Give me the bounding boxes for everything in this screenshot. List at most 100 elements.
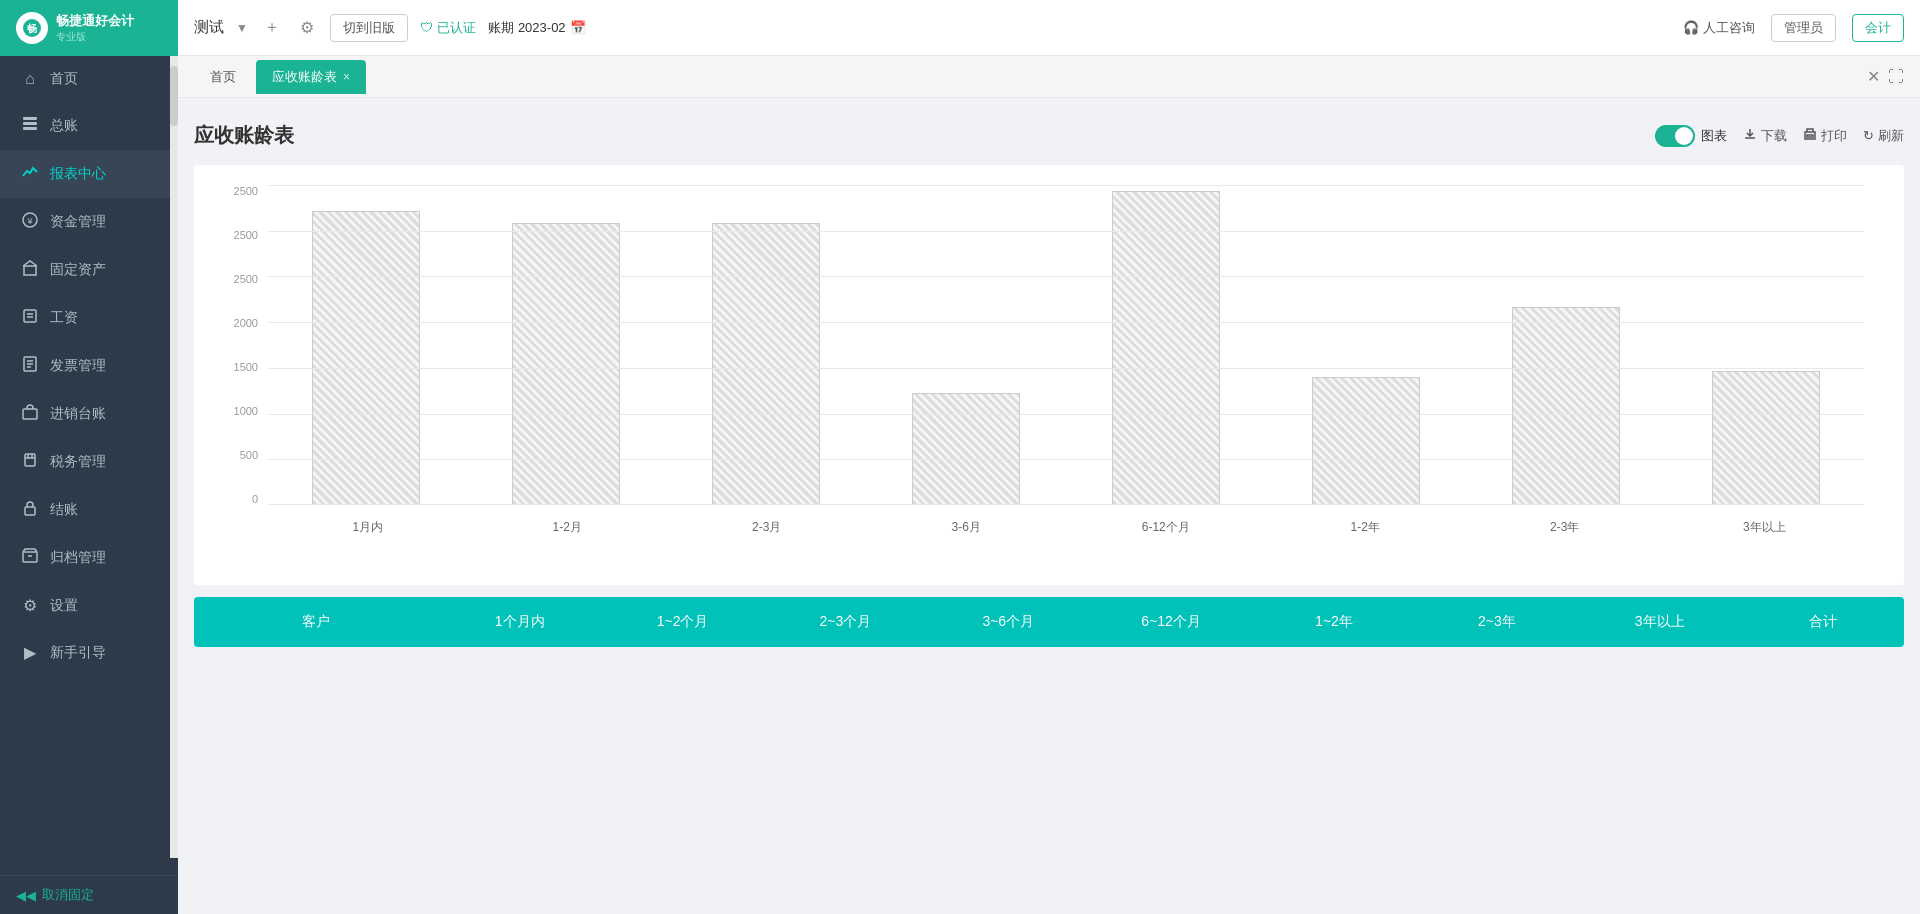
th-12m: 1~2个月 <box>601 597 764 647</box>
y-label-2500c: 2500 <box>214 273 258 285</box>
tab-home-label: 首页 <box>210 68 236 86</box>
content-area: 应收账龄表 图表 下载 打 <box>178 98 1920 914</box>
ar-aging-table: 客户 1个月内 1~2个月 2~3个月 3~6个月 6~12个月 1~2年 2~… <box>194 597 1904 647</box>
page-actions: 图表 下载 打印 ↻ 刷新 <box>1655 125 1904 147</box>
download-label: 下载 <box>1761 127 1787 145</box>
svg-text:畅: 畅 <box>27 23 37 34</box>
bar-36m <box>912 393 1020 505</box>
reports-icon <box>20 164 40 184</box>
svg-rect-8 <box>24 310 36 322</box>
sidebar-label-tax: 税务管理 <box>50 453 106 471</box>
bar-23y <box>1512 307 1620 505</box>
bar-group-1m <box>268 185 464 505</box>
home-icon: ⌂ <box>20 70 40 88</box>
x-label-36m: 3-6月 <box>867 519 1067 536</box>
th-23m: 2~3个月 <box>764 597 927 647</box>
table-header: 客户 1个月内 1~2个月 2~3个月 3~6个月 6~12个月 1~2年 2~… <box>194 597 1904 647</box>
chart-toggle[interactable]: 图表 <box>1655 125 1727 147</box>
app-edition: 专业版 <box>56 30 134 44</box>
tabs-bar: 首页 应收账龄表 × ✕ ⛶ <box>178 56 1920 98</box>
bars-area <box>268 185 1864 505</box>
guide-icon: ▶ <box>20 643 40 662</box>
service-label: 人工咨询 <box>1703 19 1755 37</box>
sidebar-label-close: 结账 <box>50 501 78 519</box>
refresh-button[interactable]: ↻ 刷新 <box>1863 127 1904 145</box>
th-612m: 6~12个月 <box>1090 597 1253 647</box>
shield-icon: 🛡 <box>420 20 433 35</box>
svg-rect-20 <box>25 507 35 515</box>
th-23y: 2~3年 <box>1415 597 1578 647</box>
sidebar-item-tax[interactable]: 税务管理 <box>0 438 178 486</box>
sidebar-item-guide[interactable]: ▶ 新手引导 <box>0 629 178 676</box>
unpin-button[interactable]: ◀◀ 取消固定 <box>0 875 178 914</box>
sidebar-item-reports[interactable]: 报表中心 <box>0 150 178 198</box>
sidebar-item-invoice[interactable]: 发票管理 <box>0 342 178 390</box>
download-icon <box>1743 127 1757 144</box>
print-icon <box>1803 127 1817 144</box>
sidebar-item-home[interactable]: ⌂ 首页 <box>0 56 178 102</box>
verified-badge: 🛡 已认证 <box>420 19 476 37</box>
sidebar-item-ledger[interactable]: 总账 <box>0 102 178 150</box>
bar-12y <box>1312 377 1420 505</box>
y-label-2500b: 2500 <box>214 229 258 241</box>
tab-expand-icon[interactable]: ⛶ <box>1888 68 1904 86</box>
toggle-track[interactable] <box>1655 125 1695 147</box>
sidebar-scrollbar[interactable] <box>170 56 178 858</box>
sidebar-item-archive[interactable]: 归档管理 <box>0 534 178 582</box>
toggle-label: 图表 <box>1701 127 1727 145</box>
calendar-icon[interactable]: 📅 <box>570 20 586 35</box>
svg-rect-2 <box>23 117 37 120</box>
x-axis: 1月内 1-2月 2-3月 3-6月 6-12个月 1-2年 2-3年 3年以上 <box>268 509 1864 545</box>
th-36m: 3~6个月 <box>927 597 1090 647</box>
sidebar-item-assets[interactable]: 固定资产 <box>0 246 178 294</box>
th-12y: 1~2年 <box>1253 597 1416 647</box>
tab-ar-aging[interactable]: 应收账龄表 × <box>256 60 366 94</box>
role-button[interactable]: 会计 <box>1852 14 1904 42</box>
tab-ar-aging-label: 应收账龄表 <box>272 68 337 86</box>
sidebar-label-invoice: 发票管理 <box>50 357 106 375</box>
unpin-icon: ◀◀ <box>16 888 36 903</box>
bar-612m <box>1112 191 1220 505</box>
y-label-2000: 2000 <box>214 317 258 329</box>
settings-gear-icon[interactable]: ⚙ <box>296 14 318 41</box>
sidebar: 畅 畅捷通好会计 专业版 ⌂ 首页 总账 报表中心 ¥ <box>0 0 178 914</box>
tab-close-icon[interactable]: × <box>343 70 350 84</box>
sidebar-item-settings[interactable]: ⚙ 设置 <box>0 582 178 629</box>
sidebar-label-payroll: 工资 <box>50 309 78 327</box>
sidebar-item-close[interactable]: 结账 <box>0 486 178 534</box>
sidebar-item-capital[interactable]: ¥ 资金管理 <box>0 198 178 246</box>
download-button[interactable]: 下载 <box>1743 127 1787 145</box>
svg-text:¥: ¥ <box>26 216 33 226</box>
ledger-icon <box>20 116 40 136</box>
x-label-12y: 1-2年 <box>1266 519 1466 536</box>
scrollbar-thumb <box>170 66 178 126</box>
manager-button[interactable]: 管理员 <box>1771 14 1836 42</box>
bar-23m <box>712 223 820 505</box>
stock-icon <box>20 404 40 424</box>
y-label-2500a: 2500 <box>214 185 258 197</box>
sidebar-label-assets: 固定资产 <box>50 261 106 279</box>
sidebar-nav: ⌂ 首页 总账 报表中心 ¥ 资金管理 固定资产 <box>0 56 178 875</box>
topbar-right: 🎧 人工咨询 管理员 会计 <box>1683 14 1904 42</box>
tab-home[interactable]: 首页 <box>194 60 252 94</box>
bar-3yplus <box>1712 371 1820 505</box>
sidebar-label-capital: 资金管理 <box>50 213 106 231</box>
tab-close-window-icon[interactable]: ✕ <box>1867 67 1880 86</box>
app-logo-icon: 畅 <box>16 12 48 44</box>
company-dropdown-icon[interactable]: ▼ <box>236 21 248 35</box>
archive-icon <box>20 548 40 568</box>
bar-group-36m <box>868 185 1064 505</box>
bar-12m <box>512 223 620 505</box>
capital-icon: ¥ <box>20 212 40 232</box>
app-name-block: 畅捷通好会计 专业版 <box>56 12 134 44</box>
sidebar-label-home: 首页 <box>50 70 78 88</box>
service-button[interactable]: 🎧 人工咨询 <box>1683 19 1755 37</box>
th-customer: 客户 <box>194 597 438 647</box>
print-button[interactable]: 打印 <box>1803 127 1847 145</box>
sidebar-item-stock[interactable]: 进销台账 <box>0 390 178 438</box>
add-button[interactable]: ＋ <box>260 13 284 42</box>
bar-group-23m <box>668 185 864 505</box>
sidebar-item-payroll[interactable]: 工资 <box>0 294 178 342</box>
switch-version-button[interactable]: 切到旧版 <box>330 14 408 42</box>
x-label-12m: 1-2月 <box>468 519 668 536</box>
